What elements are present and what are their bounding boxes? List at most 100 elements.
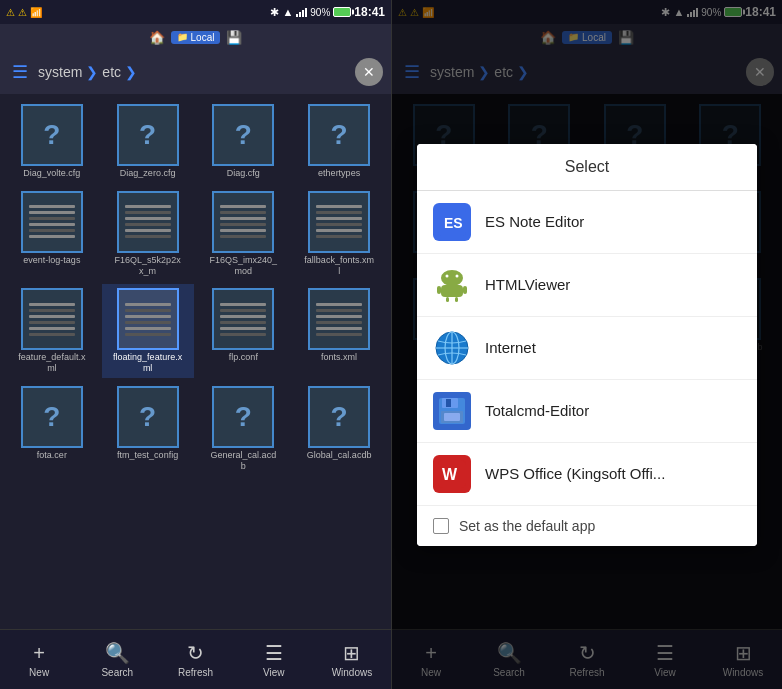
warning2-icon: ⚠ — [18, 7, 27, 18]
app-item-internet[interactable]: Internet — [417, 317, 757, 380]
view-icon: ☰ — [265, 641, 283, 665]
breadcrumb-left: system ❯ etc ❯ — [38, 64, 349, 80]
svg-rect-6 — [437, 286, 441, 294]
file-icon-text — [21, 288, 83, 350]
svg-point-3 — [446, 274, 449, 277]
nav-close-button[interactable]: ✕ — [355, 58, 383, 86]
new-icon: + — [33, 642, 45, 665]
app-item-totalcmd[interactable]: Totalcmd-Editor — [417, 380, 757, 443]
es-svg: ES — [438, 208, 466, 236]
view-label: View — [263, 667, 285, 678]
windows-button[interactable]: ⊞ Windows — [313, 637, 391, 682]
list-item[interactable]: ? General_cal.acdb — [198, 382, 290, 476]
list-item[interactable]: F16QS_imx240_mod — [198, 187, 290, 281]
local-badge[interactable]: 📁 Local — [171, 31, 221, 44]
breadcrumb-etc: etc — [102, 64, 121, 80]
refresh-label: Refresh — [178, 667, 213, 678]
svg-point-2 — [441, 270, 463, 286]
file-label: feature_default.xml — [17, 352, 87, 374]
file-label: ftm_test_config — [117, 450, 178, 461]
list-item[interactable]: fallback_fonts.xml — [293, 187, 385, 281]
wifi-icon: ▲ — [282, 6, 293, 18]
default-app-label: Set as the default app — [459, 518, 595, 534]
list-item[interactable]: ? Diag_zero.cfg — [102, 100, 194, 183]
file-label: F16QS_imx240_mod — [208, 255, 278, 277]
file-icon-unknown: ? — [21, 386, 83, 448]
file-grid-left: ? Diag_volte.cfg ? Diag_zero.cfg ? Diag.… — [0, 94, 391, 629]
default-app-checkbox[interactable] — [433, 518, 449, 534]
file-icon-text — [117, 288, 179, 350]
htmlviewer-label: HTMLViewer — [485, 276, 570, 293]
list-item[interactable]: ? ftm_test_config — [102, 382, 194, 476]
android-svg — [433, 266, 471, 304]
wps-svg: W — [438, 460, 466, 488]
floppy-svg — [438, 397, 466, 425]
hamburger-icon[interactable]: ☰ — [8, 57, 32, 87]
svg-rect-7 — [463, 286, 467, 294]
file-label: ethertypes — [318, 168, 360, 179]
app-item-es[interactable]: ES ES Note Editor — [417, 191, 757, 254]
htmlviewer-icon — [433, 266, 471, 304]
list-item[interactable]: ? fota.cer — [6, 382, 98, 476]
file-icon-text — [212, 288, 274, 350]
bottom-toolbar-left: + New 🔍 Search ↻ Refresh ☰ View ⊞ Window… — [0, 629, 391, 689]
list-item[interactable]: ? Diag.cfg — [198, 100, 290, 183]
windows-icon: ⊞ — [343, 641, 360, 665]
view-button[interactable]: ☰ View — [235, 637, 313, 682]
list-item[interactable]: F16QL_s5k2p2xx_m — [102, 187, 194, 281]
file-icon-text — [308, 191, 370, 253]
internet-icon — [433, 329, 471, 367]
search-button[interactable]: 🔍 Search — [78, 637, 156, 682]
status-right-info: ✱ ▲ 90% 18:41 — [270, 5, 385, 19]
app-item-html[interactable]: HTMLViewer — [417, 254, 757, 317]
svg-rect-8 — [446, 297, 449, 302]
svg-rect-16 — [446, 399, 451, 407]
list-item[interactable]: event-log-tags — [6, 187, 98, 281]
app-item-wps[interactable]: W WPS Office (Kingsoft Offi... — [417, 443, 757, 506]
file-icon-text — [308, 288, 370, 350]
signal-bars — [296, 8, 307, 17]
breadcrumb-system: system — [38, 64, 82, 80]
list-item[interactable]: ? ethertypes — [293, 100, 385, 183]
dialog-title: Select — [417, 144, 757, 191]
nav-bar-left: ☰ system ❯ etc ❯ ✕ — [0, 50, 391, 94]
breadcrumb-arrow2: ❯ — [125, 64, 137, 80]
svg-rect-5 — [441, 285, 463, 297]
list-item[interactable]: ? Diag_volte.cfg — [6, 100, 98, 183]
file-icon-unknown: ? — [117, 386, 179, 448]
file-label: floating_feature.xml — [113, 352, 183, 374]
windows-label: Windows — [332, 667, 373, 678]
file-icon-unknown: ? — [212, 386, 274, 448]
file-label: Global_cal.acdb — [307, 450, 372, 461]
search-label: Search — [101, 667, 133, 678]
left-panel: ⚠ ⚠ 📶 ✱ ▲ 90% 18:41 🏠 📁 Local 💾 ☰ — [0, 0, 391, 689]
file-label: fonts.xml — [321, 352, 357, 363]
list-item[interactable]: fonts.xml — [293, 284, 385, 378]
list-item[interactable]: flp.conf — [198, 284, 290, 378]
breadcrumb-arrow1: ❯ — [86, 64, 98, 80]
select-dialog: Select ES ES Note Editor — [417, 144, 757, 546]
svg-point-4 — [456, 274, 459, 277]
local-label: Local — [191, 32, 215, 43]
bluetooth-icon: ✱ — [270, 6, 279, 19]
file-label: F16QL_s5k2p2xx_m — [113, 255, 183, 277]
totalcmd-label: Totalcmd-Editor — [485, 402, 589, 419]
list-item[interactable]: floating_feature.xml — [102, 284, 194, 378]
status-left-icons: ⚠ ⚠ 📶 — [6, 7, 42, 18]
path-bar-left: 🏠 📁 Local 💾 — [0, 24, 391, 50]
file-icon-unknown: ? — [308, 386, 370, 448]
svg-text:ES: ES — [444, 215, 463, 231]
home-icon: 🏠 — [149, 30, 165, 45]
dialog-footer: Set as the default app — [417, 506, 757, 546]
file-label: fota.cer — [37, 450, 67, 461]
svg-text:W: W — [442, 466, 458, 483]
new-label: New — [29, 667, 49, 678]
file-label: General_cal.acdb — [208, 450, 278, 472]
refresh-button[interactable]: ↻ Refresh — [156, 637, 234, 682]
svg-rect-18 — [444, 413, 460, 421]
list-item[interactable]: feature_default.xml — [6, 284, 98, 378]
status-time: 18:41 — [354, 5, 385, 19]
file-label: event-log-tags — [23, 255, 80, 266]
list-item[interactable]: ? Global_cal.acdb — [293, 382, 385, 476]
new-button[interactable]: + New — [0, 638, 78, 682]
